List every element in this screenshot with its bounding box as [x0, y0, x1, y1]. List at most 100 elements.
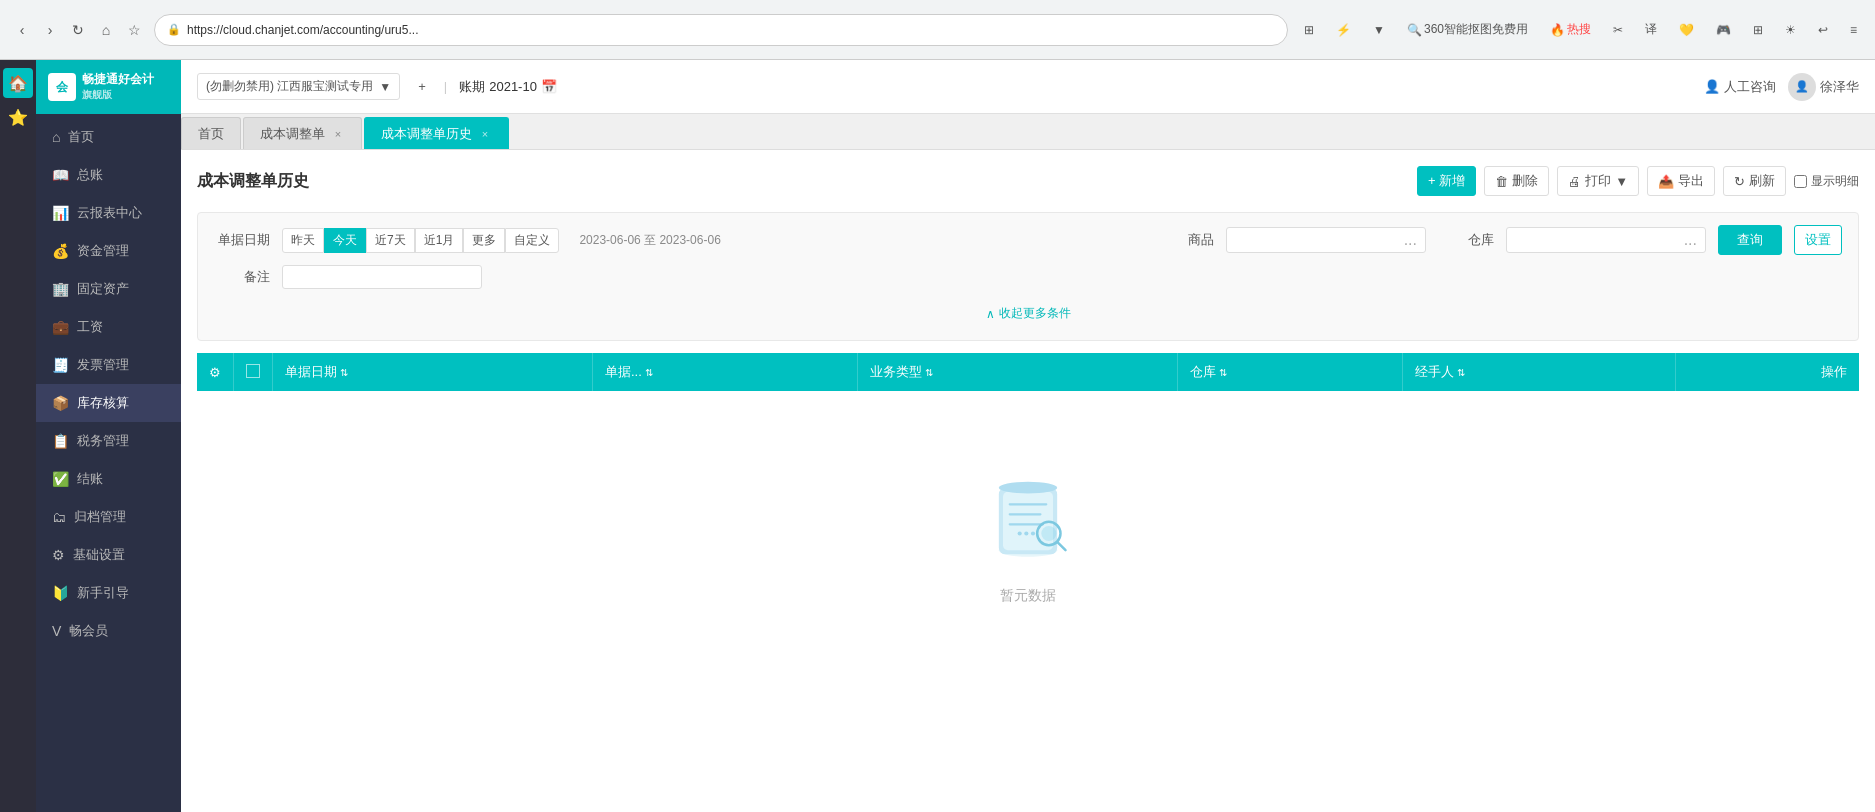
table-settings-col[interactable]: ⚙	[197, 353, 234, 391]
avatar: 👤	[1788, 73, 1816, 101]
user-menu[interactable]: 👤 徐泽华	[1788, 73, 1859, 101]
sidebar-logo: 会 畅捷通好会计 旗舰版	[36, 60, 181, 114]
top-bar-divider-1: |	[444, 79, 447, 94]
flash-button[interactable]: ⚡	[1328, 19, 1359, 41]
refresh-button[interactable]: ↻ 刷新	[1723, 166, 1786, 196]
col-handler[interactable]: 经手人 ⇅	[1403, 353, 1676, 391]
date-btn-custom[interactable]: 自定义	[505, 228, 559, 253]
warehouse-dots[interactable]: ...	[1684, 231, 1697, 249]
bookmark-button[interactable]: ☆	[122, 18, 146, 42]
sidebar-item-capital[interactable]: 💰 资金管理	[36, 232, 181, 270]
search-tool-button[interactable]: 🔍 360智能抠图免费用	[1399, 17, 1536, 42]
filter-row-date: 单据日期 昨天 今天 近7天 近1月 更多 自定义 2023-06-06 至 2…	[214, 225, 1842, 255]
wallet-button[interactable]: 💛	[1671, 19, 1702, 41]
sidebar-item-salary[interactable]: 💼 工资	[36, 308, 181, 346]
collapse-button[interactable]: ∧ 收起更多条件	[214, 299, 1842, 328]
warehouse-selector[interactable]: ...	[1506, 227, 1706, 253]
page-title: 成本调整单历史	[197, 171, 309, 192]
sidebar-item-settle-label: 结账	[77, 470, 103, 488]
date-filter-buttons: 昨天 今天 近7天 近1月 更多 自定义	[282, 228, 559, 253]
sidebar-item-report[interactable]: 📊 云报表中心	[36, 194, 181, 232]
date-btn-more[interactable]: 更多	[463, 228, 505, 253]
reset-button[interactable]: 设置	[1794, 225, 1842, 255]
tab-home[interactable]: 首页	[181, 117, 241, 149]
sidebar-item-settings[interactable]: ⚙ 基础设置	[36, 536, 181, 574]
col-number-label: 单据...	[605, 363, 642, 381]
company-selector[interactable]: (勿删勿禁用) 江西服宝测试专用 ▼	[197, 73, 400, 100]
invoice-icon: 🧾	[52, 357, 69, 373]
product-dots[interactable]: ...	[1404, 231, 1417, 249]
content-area: 成本调整单历史 + 新增 🗑 删除 🖨 打印 ▼ 📤 导出	[181, 150, 1875, 812]
period-value: 2021-10	[489, 79, 537, 94]
forward-button[interactable]: ›	[38, 18, 62, 42]
print-button[interactable]: 🖨 打印 ▼	[1557, 166, 1639, 196]
sort-date-icon: ⇅	[340, 367, 348, 378]
date-btn-today[interactable]: 今天	[324, 228, 366, 253]
sidebar-item-invoice[interactable]: 🧾 发票管理	[36, 346, 181, 384]
sidebar-item-settle[interactable]: ✅ 结账	[36, 460, 181, 498]
svg-point-11	[1024, 531, 1028, 535]
back-button[interactable]: ‹	[10, 18, 34, 42]
dropdown-button[interactable]: ▼	[1365, 19, 1393, 41]
col-date[interactable]: 单据日期 ⇅	[273, 353, 593, 391]
col-handler-label: 经手人	[1415, 363, 1454, 381]
filter-row-remark: 备注	[214, 265, 1842, 289]
home-button[interactable]: ⌂	[94, 18, 118, 42]
col-biz-type[interactable]: 业务类型 ⇅	[857, 353, 1177, 391]
product-selector[interactable]: ...	[1226, 227, 1426, 253]
star-icon: ⭐	[8, 108, 28, 127]
page-header: 成本调整单历史 + 新增 🗑 删除 🖨 打印 ▼ 📤 导出	[197, 166, 1859, 196]
tab-cost-adjust-history[interactable]: 成本调整单历史 ×	[364, 117, 509, 149]
sidebar-item-inventory[interactable]: 📦 库存核算	[36, 384, 181, 422]
address-bar[interactable]: 🔒 https://cloud.chanjet.com/accounting/u…	[154, 14, 1288, 46]
empty-icon	[978, 471, 1078, 571]
icon-sidebar-app[interactable]: 🏠	[3, 68, 33, 98]
date-btn-yesterday[interactable]: 昨天	[282, 228, 324, 253]
scissors-button[interactable]: ✂	[1605, 19, 1631, 41]
brightness-button[interactable]: ☀	[1777, 19, 1804, 41]
extensions-button[interactable]: ⊞	[1296, 19, 1322, 41]
top-bar: (勿删勿禁用) 江西服宝测试专用 ▼ + | 账期 2021-10 📅 👤 人工…	[181, 60, 1875, 114]
sidebar-item-ledger[interactable]: 📖 总账	[36, 156, 181, 194]
sidebar-item-guide[interactable]: 🔰 新手引导	[36, 574, 181, 612]
service-icon: 👤	[1704, 79, 1720, 94]
search-button[interactable]: 查询	[1718, 225, 1782, 255]
tab-cost-adjust-close[interactable]: ×	[331, 127, 345, 141]
apps-button[interactable]: ⊞	[1745, 19, 1771, 41]
display-toggle[interactable]: 显示明细	[1794, 173, 1859, 190]
col-number[interactable]: 单据... ⇅	[592, 353, 857, 391]
translate-button[interactable]: 译	[1637, 17, 1665, 42]
delete-button[interactable]: 🗑 删除	[1484, 166, 1549, 196]
sidebar-item-fixed[interactable]: 🏢 固定资产	[36, 270, 181, 308]
home-icon: ⌂	[52, 129, 60, 145]
tab-cost-adjust-history-close[interactable]: ×	[478, 127, 492, 141]
refresh-button[interactable]: ↻	[66, 18, 90, 42]
fixed-icon: 🏢	[52, 281, 69, 297]
game-button[interactable]: 🎮	[1708, 19, 1739, 41]
display-checkbox[interactable]	[1794, 175, 1807, 188]
date-btn-7days[interactable]: 近7天	[366, 228, 415, 253]
add-company-button[interactable]: +	[412, 77, 432, 96]
col-date-label: 单据日期	[285, 363, 337, 381]
export-button[interactable]: 📤 导出	[1647, 166, 1715, 196]
tab-cost-adjust[interactable]: 成本调整单 ×	[243, 117, 362, 149]
hot-search-button[interactable]: 🔥 热搜	[1542, 17, 1599, 42]
browser-tools: ⊞ ⚡ ▼ 🔍 360智能抠图免费用 🔥 热搜 ✂ 译 💛 🎮 ⊞ ☀ ↩ ≡	[1296, 17, 1865, 42]
warehouse-filter-label: 仓库	[1438, 231, 1494, 249]
sidebar-item-tax[interactable]: 📋 税务管理	[36, 422, 181, 460]
col-warehouse[interactable]: 仓库 ⇅	[1177, 353, 1402, 391]
table-checkbox-col[interactable]	[234, 353, 273, 391]
icon-sidebar-star[interactable]: ⭐	[3, 102, 33, 132]
date-btn-1month[interactable]: 近1月	[415, 228, 464, 253]
table-settings-icon[interactable]: ⚙	[209, 365, 221, 380]
sidebar-item-archive[interactable]: 🗂 归档管理	[36, 498, 181, 536]
menu-button[interactable]: ≡	[1842, 19, 1865, 41]
customer-service-button[interactable]: 👤 人工咨询	[1704, 78, 1776, 96]
remark-input[interactable]	[282, 265, 482, 289]
date-filter-label: 单据日期	[214, 231, 270, 249]
select-all-checkbox[interactable]	[246, 364, 260, 378]
new-button[interactable]: + 新增	[1417, 166, 1476, 196]
sidebar-item-home[interactable]: ⌂ 首页	[36, 118, 181, 156]
sidebar-item-vip[interactable]: V 畅会员	[36, 612, 181, 650]
undo-button[interactable]: ↩	[1810, 19, 1836, 41]
